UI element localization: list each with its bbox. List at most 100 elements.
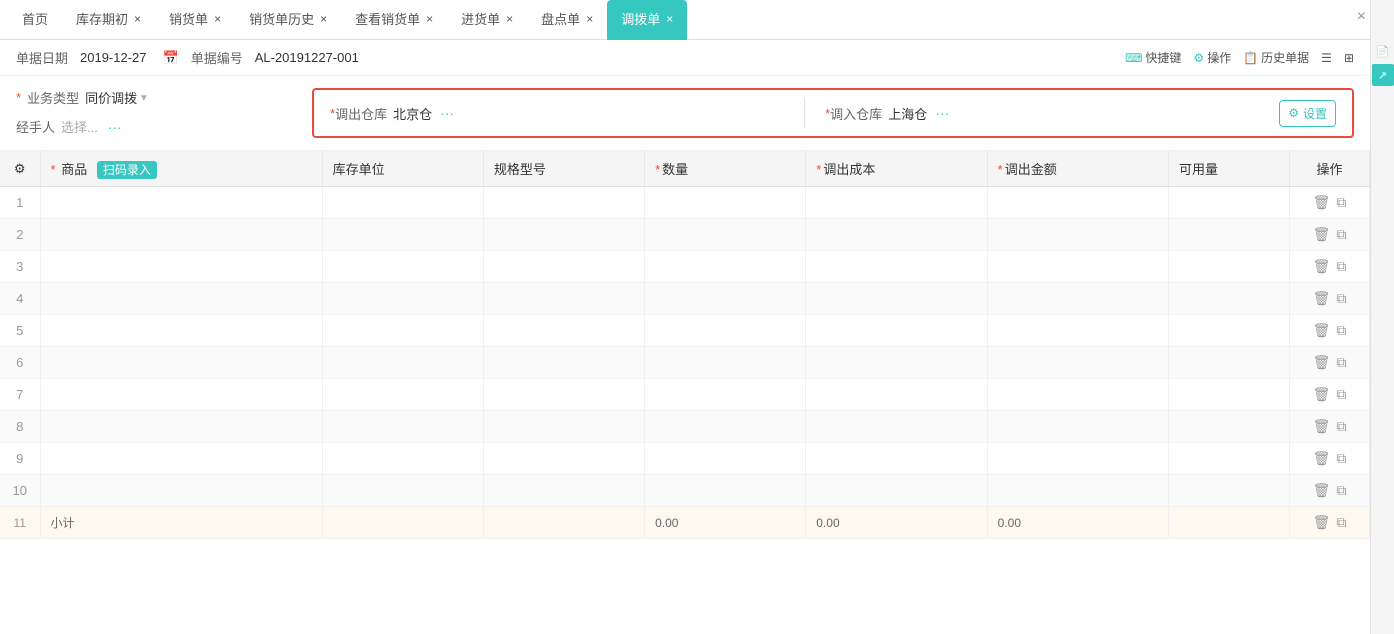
cell-qty[interactable] xyxy=(645,219,806,251)
delete-icon[interactable]: 🗑 xyxy=(1313,226,1331,243)
delete-icon[interactable]: 🗑 xyxy=(1313,322,1331,339)
cell-spec[interactable] xyxy=(483,219,644,251)
cell-goods[interactable] xyxy=(40,187,322,219)
settings-button[interactable]: ⚙ 设置 xyxy=(1279,100,1336,127)
cell-amount[interactable] xyxy=(987,411,1168,443)
layout-button1[interactable]: ☰ xyxy=(1321,51,1332,65)
copy-icon[interactable]: ⧉ xyxy=(1336,482,1346,499)
cell-available[interactable] xyxy=(1169,379,1290,411)
cell-qty[interactable] xyxy=(645,443,806,475)
cell-unit[interactable] xyxy=(322,219,483,251)
cell-qty[interactable] xyxy=(645,315,806,347)
cell-spec[interactable] xyxy=(483,187,644,219)
cell-cost[interactable] xyxy=(806,443,987,475)
tab-close-icon[interactable]: × xyxy=(214,13,221,25)
cell-available[interactable] xyxy=(1169,219,1290,251)
tab-sales-history[interactable]: 销货单历史 × xyxy=(235,0,341,40)
cell-unit[interactable] xyxy=(322,475,483,507)
cell-unit[interactable] xyxy=(322,347,483,379)
cell-unit[interactable] xyxy=(322,283,483,315)
cell-cost[interactable] xyxy=(806,347,987,379)
sidebar-doc-icon[interactable]: 📄 xyxy=(1372,40,1394,62)
warehouse-in-value[interactable]: 上海仓 xyxy=(888,104,927,123)
cell-spec[interactable] xyxy=(483,475,644,507)
cell-amount[interactable] xyxy=(987,315,1168,347)
tab-home[interactable]: 首页 xyxy=(8,0,62,40)
window-close-button[interactable]: × xyxy=(1357,8,1366,26)
tab-close-icon[interactable]: × xyxy=(586,13,593,25)
shortcut-button[interactable]: ⌨ 快捷键 xyxy=(1125,49,1181,66)
tab-close-icon[interactable]: × xyxy=(134,13,141,25)
warehouse-in-more-icon[interactable]: ··· xyxy=(935,105,949,121)
cell-unit[interactable] xyxy=(322,411,483,443)
cell-amount[interactable] xyxy=(987,443,1168,475)
cell-amount[interactable] xyxy=(987,219,1168,251)
cell-spec[interactable] xyxy=(483,411,644,443)
handler-placeholder[interactable]: 选择... xyxy=(61,117,98,136)
cell-cost[interactable] xyxy=(806,379,987,411)
delete-icon[interactable]: 🗑 xyxy=(1313,290,1331,307)
cell-cost[interactable] xyxy=(806,219,987,251)
copy-icon[interactable]: ⧉ xyxy=(1336,450,1346,467)
cell-goods[interactable] xyxy=(40,347,322,379)
copy-icon[interactable]: ⧉ xyxy=(1336,258,1346,275)
tab-view-sales[interactable]: 查看销货单 × xyxy=(341,0,447,40)
delete-icon[interactable]: 🗑 xyxy=(1313,514,1331,531)
cell-available[interactable] xyxy=(1169,443,1290,475)
copy-icon[interactable]: ⧉ xyxy=(1336,354,1346,371)
cell-unit[interactable] xyxy=(322,443,483,475)
cell-cost[interactable] xyxy=(806,411,987,443)
cell-spec[interactable] xyxy=(483,251,644,283)
copy-icon[interactable]: ⧉ xyxy=(1336,290,1346,307)
history-button[interactable]: 📋 历史单据 xyxy=(1243,49,1309,66)
cell-qty[interactable] xyxy=(645,379,806,411)
operate-button[interactable]: ⚙ 操作 xyxy=(1193,49,1231,66)
copy-icon[interactable]: ⧉ xyxy=(1336,386,1346,403)
delete-icon[interactable]: 🗑 xyxy=(1313,386,1331,403)
copy-icon[interactable]: ⧉ xyxy=(1336,514,1346,531)
cell-amount[interactable] xyxy=(987,347,1168,379)
cell-amount[interactable] xyxy=(987,475,1168,507)
cell-qty[interactable] xyxy=(645,283,806,315)
cell-qty[interactable] xyxy=(645,251,806,283)
cell-cost[interactable] xyxy=(806,475,987,507)
tab-inventory-check[interactable]: 盘点单 × xyxy=(527,0,607,40)
cell-available[interactable] xyxy=(1169,315,1290,347)
delete-icon[interactable]: 🗑 xyxy=(1313,482,1331,499)
calendar-icon[interactable]: 📅 xyxy=(163,50,179,66)
tab-inventory-init[interactable]: 库存期初 × xyxy=(62,0,155,40)
cell-unit[interactable] xyxy=(322,315,483,347)
tab-close-icon[interactable]: × xyxy=(320,13,327,25)
copy-icon[interactable]: ⧉ xyxy=(1336,418,1346,435)
tab-close-icon[interactable]: × xyxy=(666,13,673,25)
cell-spec[interactable] xyxy=(483,379,644,411)
delete-icon[interactable]: 🗑 xyxy=(1313,450,1331,467)
copy-icon[interactable]: ⧉ xyxy=(1336,226,1346,243)
cell-cost[interactable] xyxy=(806,251,987,283)
cell-available[interactable] xyxy=(1169,411,1290,443)
cell-available[interactable] xyxy=(1169,283,1290,315)
cell-goods[interactable] xyxy=(40,315,322,347)
scan-entry-button[interactable]: 扫码录入 xyxy=(97,161,157,179)
cell-unit[interactable] xyxy=(322,251,483,283)
cell-available[interactable] xyxy=(1169,187,1290,219)
cell-spec[interactable] xyxy=(483,443,644,475)
handler-more-icon[interactable]: ··· xyxy=(108,119,122,135)
cell-qty[interactable] xyxy=(645,187,806,219)
cell-unit[interactable] xyxy=(322,379,483,411)
copy-icon[interactable]: ⧉ xyxy=(1336,194,1346,211)
cell-goods[interactable] xyxy=(40,251,322,283)
cell-cost[interactable] xyxy=(806,187,987,219)
tab-close-icon[interactable]: × xyxy=(426,13,433,25)
delete-icon[interactable]: 🗑 xyxy=(1313,194,1331,211)
cell-spec[interactable] xyxy=(483,283,644,315)
cell-amount[interactable] xyxy=(987,379,1168,411)
copy-icon[interactable]: ⧉ xyxy=(1336,322,1346,339)
tab-close-icon[interactable]: × xyxy=(506,13,513,25)
cell-unit[interactable] xyxy=(322,187,483,219)
delete-icon[interactable]: 🗑 xyxy=(1313,418,1331,435)
cell-goods[interactable] xyxy=(40,219,322,251)
warehouse-out-more-icon[interactable]: ··· xyxy=(440,105,454,121)
sidebar-expand-icon[interactable]: ↗ xyxy=(1372,64,1394,86)
tab-transfer[interactable]: 调拨单 × xyxy=(607,0,687,40)
